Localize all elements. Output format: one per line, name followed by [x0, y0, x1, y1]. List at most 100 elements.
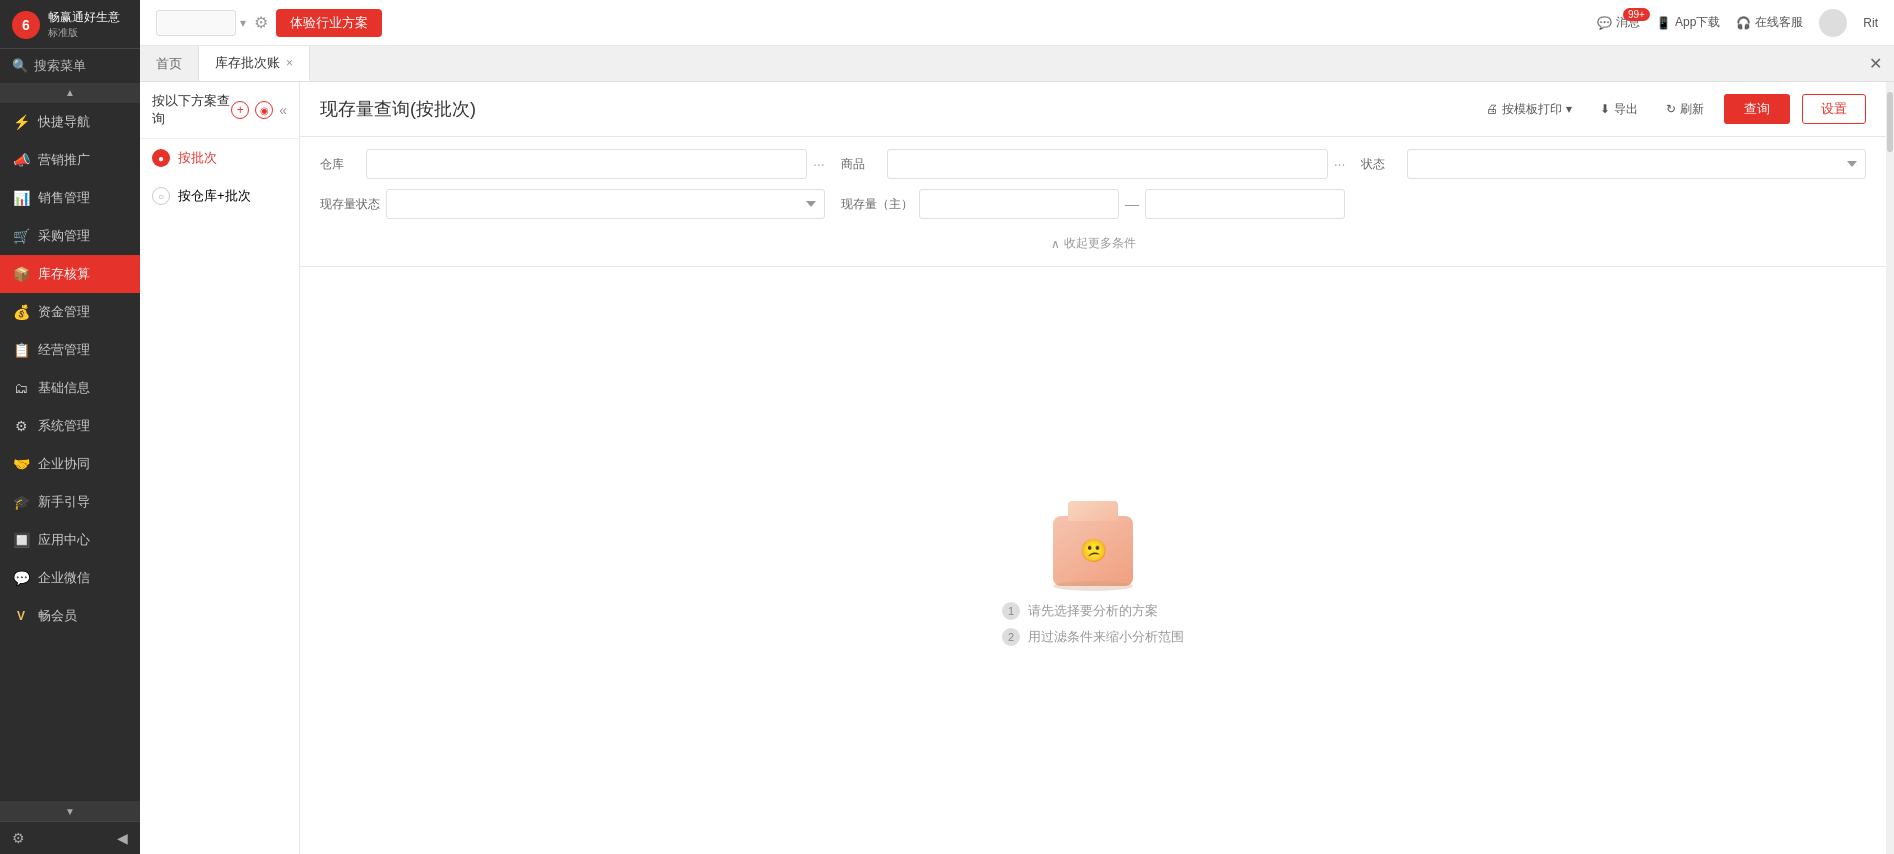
wechat-icon: 💬 [12, 569, 30, 587]
sidebar-item-label: 新手引导 [38, 493, 90, 511]
hint-2-num: 2 [1002, 628, 1020, 646]
sidebar-item-label: 系统管理 [38, 417, 90, 435]
product-input[interactable] [887, 149, 1328, 179]
target-icon: ◉ [260, 105, 269, 116]
online-service-button[interactable]: 🎧 在线客服 [1736, 14, 1803, 31]
brand-sub: 标准版 [48, 26, 120, 40]
filter-stock-status: 现存量状态 [320, 189, 825, 219]
notice-badge: 99+ [1623, 8, 1650, 21]
stock-status-select[interactable] [386, 189, 825, 219]
notice-icon: 💬 [1597, 16, 1612, 30]
filter-stock-amount: 现存量（主） — [841, 189, 1346, 219]
app-label: App下载 [1675, 14, 1720, 31]
vertical-scrollbar[interactable] [1886, 82, 1894, 854]
sidebar-item-member[interactable]: V 畅会员 [0, 597, 140, 635]
empty-box: 😕 [1053, 516, 1133, 586]
empty-face-icon: 😕 [1080, 538, 1107, 564]
sidebar-item-inventory[interactable]: 📦 库存核算 [0, 255, 140, 293]
app-download-button[interactable]: 📱 App下载 [1656, 14, 1720, 31]
industry-solution-button[interactable]: 体验行业方案 [276, 9, 382, 37]
page-actions: 🖨 按模板打印 ▾ ⬇ 导出 ↻ 刷新 查询 设置 [1478, 94, 1866, 124]
sidebar-scroll-down[interactable]: ▼ [0, 801, 140, 821]
sidebar-item-basic[interactable]: 🗂 基础信息 [0, 369, 140, 407]
scrollbar-thumb[interactable] [1887, 92, 1893, 152]
sidebar-item-marketing[interactable]: 📣 营销推广 [0, 141, 140, 179]
sidebar-item-label: 销售管理 [38, 189, 90, 207]
sidebar-item-finance[interactable]: 💰 资金管理 [0, 293, 140, 331]
page-title: 现存量查询(按批次) [320, 97, 476, 121]
hint-2-text: 用过滤条件来缩小分析范围 [1028, 628, 1184, 646]
refresh-label: 刷新 [1680, 101, 1704, 118]
collapse-filter-button[interactable]: ∧ 收起更多条件 [320, 229, 1866, 254]
filter-row-2: 现存量状态 现存量（主） — [320, 189, 1866, 219]
settings-footer-icon[interactable]: ⚙ [12, 830, 25, 846]
empty-shadow [1053, 581, 1133, 591]
sidebar-item-sales[interactable]: 📊 销售管理 [0, 179, 140, 217]
filter-row-1: 仓库 ··· 商品 ··· 状态 [320, 149, 1866, 179]
chevron-up-icon: ∧ [1051, 237, 1060, 251]
topbar-chevron-down-icon[interactable]: ▾ [240, 16, 246, 30]
sidebar-item-label: 经营管理 [38, 341, 90, 359]
plan-active-icon: ● [152, 149, 170, 167]
sidebar-item-collab[interactable]: 🤝 企业协同 [0, 445, 140, 483]
settings-button[interactable]: 设置 [1802, 94, 1866, 124]
system-icon: ⚙ [12, 417, 30, 435]
notice-button[interactable]: 💬 消息 99+ [1597, 14, 1640, 31]
export-button[interactable]: ⬇ 导出 [1592, 97, 1646, 122]
query-button[interactable]: 查询 [1724, 94, 1790, 124]
marketing-icon: 📣 [12, 151, 30, 169]
stock-status-label: 现存量状态 [320, 196, 380, 213]
warehouse-more-icon[interactable]: ··· [813, 156, 825, 172]
empty-hint-1: 1 请先选择要分析的方案 [1002, 602, 1184, 620]
target-plan-button[interactable]: ◉ [255, 101, 273, 119]
refresh-button[interactable]: ↻ 刷新 [1658, 97, 1712, 122]
product-more-icon[interactable]: ··· [1334, 156, 1346, 172]
tab-inventory-batch[interactable]: 库存批次账 × [199, 46, 310, 81]
tab-close-icon[interactable]: × [286, 56, 293, 70]
empty-illustration: 😕 [1033, 476, 1153, 586]
inventory-icon: 📦 [12, 265, 30, 283]
sidebar-item-label: 企业微信 [38, 569, 90, 587]
tabbar-close-button[interactable]: ✕ [1857, 46, 1894, 81]
sidebar-item-system[interactable]: ⚙ 系统管理 [0, 407, 140, 445]
sidebar-scroll-up[interactable]: ▲ [0, 83, 140, 103]
sidebar-item-operations[interactable]: 📋 经营管理 [0, 331, 140, 369]
plan-item-warehouse-batch[interactable]: ○ 按仓库+批次 [140, 177, 299, 215]
topbar-input-area: ▾ [156, 10, 246, 36]
sidebar-item-newbie[interactable]: 🎓 新手引导 [0, 483, 140, 521]
sidebar-search[interactable]: 🔍 搜索菜单 [0, 49, 140, 83]
status-select[interactable] [1407, 149, 1866, 179]
operations-icon: 📋 [12, 341, 30, 359]
refresh-icon: ↻ [1666, 102, 1676, 116]
stock-amount-dash: — [1125, 196, 1139, 212]
hint-1-num: 1 [1002, 602, 1020, 620]
stock-amount-label: 现存量（主） [841, 196, 913, 213]
sidebar-item-wechat[interactable]: 💬 企业微信 [0, 559, 140, 597]
topbar-gear-icon[interactable]: ⚙ [254, 13, 268, 32]
sidebar-item-purchase[interactable]: 🛒 采购管理 [0, 217, 140, 255]
stock-amount-min-input[interactable] [919, 189, 1119, 219]
print-button[interactable]: 🖨 按模板打印 ▾ [1478, 97, 1580, 122]
warehouse-input[interactable] [366, 149, 807, 179]
export-icon: ⬇ [1600, 102, 1610, 116]
topbar-search-input[interactable] [156, 10, 236, 36]
username-label[interactable]: Rit [1863, 16, 1878, 30]
app-logo: 6 [12, 11, 40, 39]
sidebar-item-label: 基础信息 [38, 379, 90, 397]
plan-item-batch[interactable]: ● 按批次 [140, 139, 299, 177]
left-panel-collapse-icon[interactable]: « [279, 102, 287, 118]
warehouse-label: 仓库 [320, 156, 360, 173]
tabbar: 首页 库存批次账 × ✕ [140, 46, 1894, 82]
plus-icon: + [237, 103, 244, 117]
collapse-sidebar-icon[interactable]: ◀ [117, 830, 128, 846]
tab-home[interactable]: 首页 [140, 46, 199, 81]
add-plan-button[interactable]: + [231, 101, 249, 119]
stock-amount-max-input[interactable] [1145, 189, 1345, 219]
appstore-icon: 🔲 [12, 531, 30, 549]
left-panel-actions: + ◉ « [231, 101, 287, 119]
sidebar-item-appstore[interactable]: 🔲 应用中心 [0, 521, 140, 559]
collab-icon: 🤝 [12, 455, 30, 473]
sidebar-item-label: 企业协同 [38, 455, 90, 473]
sidebar-item-shortcuts[interactable]: ⚡ 快捷导航 [0, 103, 140, 141]
user-avatar[interactable] [1819, 9, 1847, 37]
